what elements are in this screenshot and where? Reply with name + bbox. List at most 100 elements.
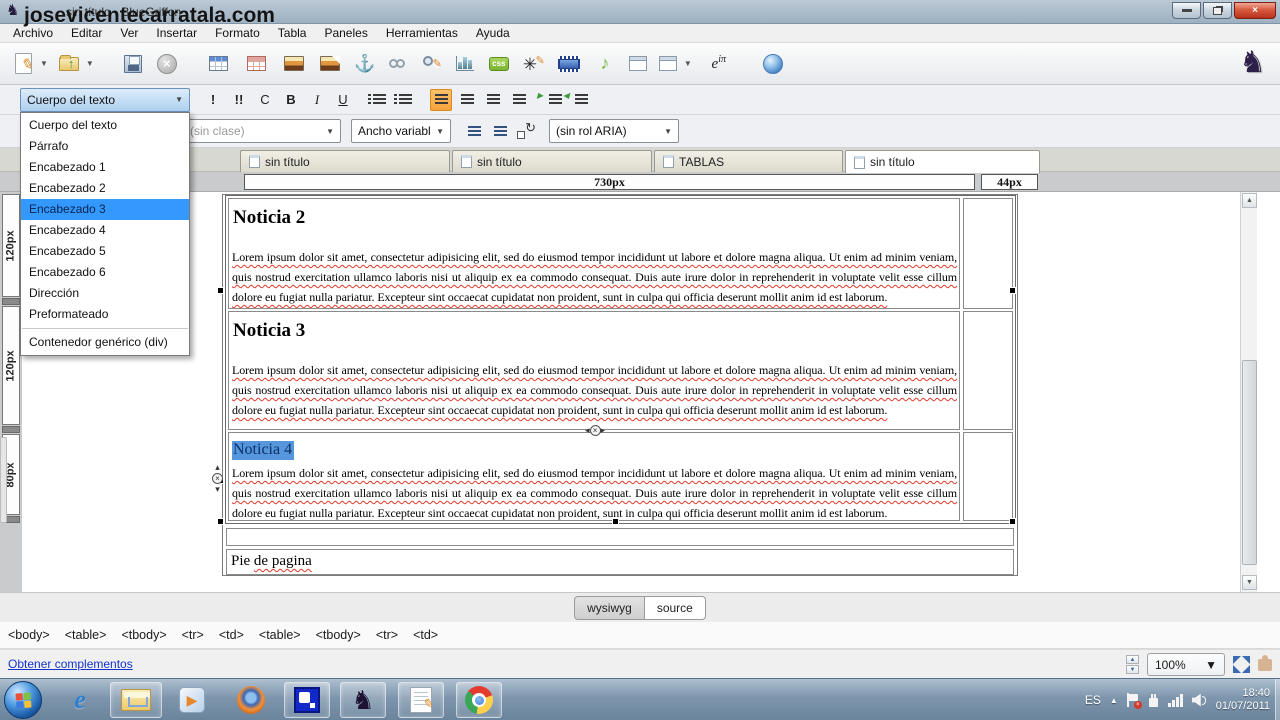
speaker-icon[interactable] bbox=[1192, 694, 1207, 707]
vruler-divider[interactable] bbox=[2, 298, 20, 305]
selection-handle[interactable] bbox=[1009, 518, 1016, 525]
heading-noticia-3[interactable]: Noticia 3 bbox=[233, 320, 959, 342]
menu-ayuda[interactable]: Ayuda bbox=[467, 24, 519, 42]
position-static-button[interactable] bbox=[463, 120, 485, 142]
taskbar-clock[interactable]: 18:40 01/07/2011 bbox=[1216, 687, 1270, 713]
menu-item-contenedor-generico[interactable]: Contenedor genérico (div) bbox=[21, 332, 189, 353]
form-button[interactable] bbox=[448, 47, 482, 81]
align-center-button[interactable] bbox=[456, 89, 478, 111]
minimize-button[interactable] bbox=[1172, 2, 1201, 19]
breadcrumb-tr[interactable]: <tr> bbox=[182, 628, 204, 642]
wysiwyg-button[interactable]: wysiwyg bbox=[574, 595, 645, 620]
breadcrumb-td-2[interactable]: <td> bbox=[413, 628, 438, 642]
position-absolute-button[interactable] bbox=[489, 120, 511, 142]
taskbar-screen-recorder[interactable] bbox=[284, 682, 330, 718]
insert-frame-button[interactable] bbox=[622, 47, 654, 81]
table-side-cell[interactable] bbox=[963, 311, 1013, 430]
window-button[interactable] bbox=[654, 47, 682, 81]
breadcrumb-tr-2[interactable]: <tr> bbox=[376, 628, 398, 642]
vertical-scrollbar[interactable]: ▲ ▼ bbox=[1240, 192, 1257, 592]
vruler-divider[interactable] bbox=[2, 426, 20, 433]
insert-audio-button[interactable]: ♪ bbox=[588, 47, 622, 81]
menu-item-parrafo[interactable]: Párrafo bbox=[21, 136, 189, 157]
fullscreen-button[interactable] bbox=[1233, 656, 1250, 673]
align-justify-button[interactable] bbox=[508, 89, 530, 111]
menu-herramientas[interactable]: Herramientas bbox=[377, 24, 467, 42]
tab-sin-titulo-2[interactable]: sin título bbox=[452, 150, 652, 172]
taskbar-bluegriffon[interactable]: ♞ bbox=[340, 682, 386, 718]
table-side-cell[interactable] bbox=[963, 432, 1013, 521]
anchor-button[interactable]: ⚓ bbox=[348, 47, 382, 81]
new-document-button[interactable]: ✎ bbox=[8, 47, 38, 81]
scroll-up-button[interactable]: ▲ bbox=[1242, 193, 1257, 208]
align-left-button[interactable] bbox=[430, 88, 452, 111]
selection-handle[interactable] bbox=[217, 518, 224, 525]
footer-text[interactable]: Pie de pagina bbox=[227, 550, 1013, 570]
source-button[interactable]: source bbox=[644, 595, 706, 620]
menu-paneles[interactable]: Paneles bbox=[315, 24, 376, 42]
save-button[interactable] bbox=[116, 47, 150, 81]
window-dropdown-arrow[interactable]: ▼ bbox=[684, 59, 692, 68]
selection-handle[interactable] bbox=[1009, 287, 1016, 294]
menu-tabla[interactable]: Tabla bbox=[269, 24, 316, 42]
network-signal-icon[interactable] bbox=[1167, 693, 1183, 707]
scroll-down-button[interactable]: ▼ bbox=[1242, 575, 1257, 590]
table-footer-cell[interactable]: Pie de pagina bbox=[226, 549, 1014, 575]
table-properties-button[interactable] bbox=[238, 47, 276, 81]
menu-item-cuerpo-del-texto[interactable]: Cuerpo del texto bbox=[21, 115, 189, 136]
selection-handle[interactable] bbox=[612, 518, 619, 525]
spinner-up-icon[interactable]: ▲ bbox=[1126, 655, 1139, 664]
open-file-dropdown-arrow[interactable]: ▼ bbox=[86, 59, 94, 68]
tab-tablas[interactable]: TABLAS bbox=[654, 150, 843, 172]
ruler-segment-730px[interactable]: 730px bbox=[244, 174, 975, 190]
outdent-button[interactable]: ◀ bbox=[563, 89, 592, 111]
emphasis-button[interactable]: ! bbox=[202, 89, 224, 111]
underline-button[interactable]: U bbox=[332, 89, 354, 111]
menu-item-encabezado-4[interactable]: Encabezado 4 bbox=[21, 220, 189, 241]
tab-sin-titulo-1[interactable]: sin título bbox=[240, 150, 450, 172]
table-cell-noticia-4[interactable]: Noticia 4 Lorem ipsum dolor sit amet, co… bbox=[228, 432, 960, 521]
taskbar-chrome[interactable] bbox=[456, 682, 502, 718]
stylesheet-button[interactable]: css bbox=[482, 47, 516, 81]
zoom-select[interactable]: 100% ▼ bbox=[1147, 653, 1225, 676]
column-resize-widget[interactable]: ◂ × ▸ bbox=[585, 425, 605, 436]
taskbar-internet-explorer[interactable]: e bbox=[58, 682, 102, 718]
close-button[interactable]: × bbox=[1234, 2, 1276, 19]
insert-video-button[interactable] bbox=[550, 47, 588, 81]
show-desktop-button[interactable] bbox=[1275, 679, 1280, 720]
scrollbar-thumb[interactable] bbox=[1242, 360, 1257, 565]
breadcrumb-td[interactable]: <td> bbox=[219, 628, 244, 642]
restore-button[interactable] bbox=[1203, 2, 1232, 19]
spinner-down-icon[interactable]: ▼ bbox=[1126, 665, 1139, 674]
ruler-segment-44px[interactable]: 44px bbox=[981, 174, 1038, 190]
selected-heading-noticia-4[interactable]: Noticia 4 bbox=[232, 441, 295, 460]
row-resize-widget[interactable]: ▴ × ▾ bbox=[212, 462, 223, 495]
menu-item-encabezado-6[interactable]: Encabezado 6 bbox=[21, 262, 189, 283]
browse-button[interactable] bbox=[756, 47, 790, 81]
taskbar-firefox[interactable] bbox=[228, 682, 274, 718]
math-button[interactable]: eiπ bbox=[698, 47, 740, 81]
menu-item-preformateado[interactable]: Preformateado bbox=[21, 304, 189, 325]
breadcrumb-tbody[interactable]: <tbody> bbox=[121, 628, 166, 642]
table-cell-noticia-2[interactable]: Noticia 2 Lorem ipsum dolor sit amet, co… bbox=[228, 198, 960, 309]
table-empty-row[interactable] bbox=[226, 528, 1014, 546]
italic-button[interactable]: I bbox=[306, 89, 328, 111]
preview-button[interactable]: ✎ bbox=[414, 47, 448, 81]
aria-role-select[interactable]: (sin rol ARIA) ▼ bbox=[549, 119, 679, 143]
editor-canvas[interactable]: 120px 120px 80px Noticia 2 Lorem ipsum d… bbox=[0, 192, 1280, 592]
menu-item-direccion[interactable]: Dirección bbox=[21, 283, 189, 304]
paragraph-noticia-3[interactable]: Lorem ipsum dolor sit amet, consectetur … bbox=[232, 360, 957, 420]
breadcrumb-table-2[interactable]: <table> bbox=[259, 628, 301, 642]
image-properties-button[interactable] bbox=[312, 47, 348, 81]
open-file-button[interactable]: ↑ bbox=[54, 47, 84, 81]
get-addons-link[interactable]: Obtener complementos bbox=[8, 657, 133, 671]
insert-table-button[interactable] bbox=[200, 47, 238, 81]
breadcrumb-tbody-2[interactable]: <tbody> bbox=[316, 628, 361, 642]
bullet-list-button[interactable] bbox=[367, 89, 390, 111]
bold-button[interactable]: B bbox=[280, 89, 302, 111]
taskbar-media-player[interactable]: ▶ bbox=[170, 682, 214, 718]
table-side-cell[interactable] bbox=[963, 198, 1013, 309]
link-button[interactable] bbox=[382, 47, 414, 81]
taskbar-notepad[interactable]: ✎ bbox=[398, 682, 444, 718]
menu-item-encabezado-5[interactable]: Encabezado 5 bbox=[21, 241, 189, 262]
